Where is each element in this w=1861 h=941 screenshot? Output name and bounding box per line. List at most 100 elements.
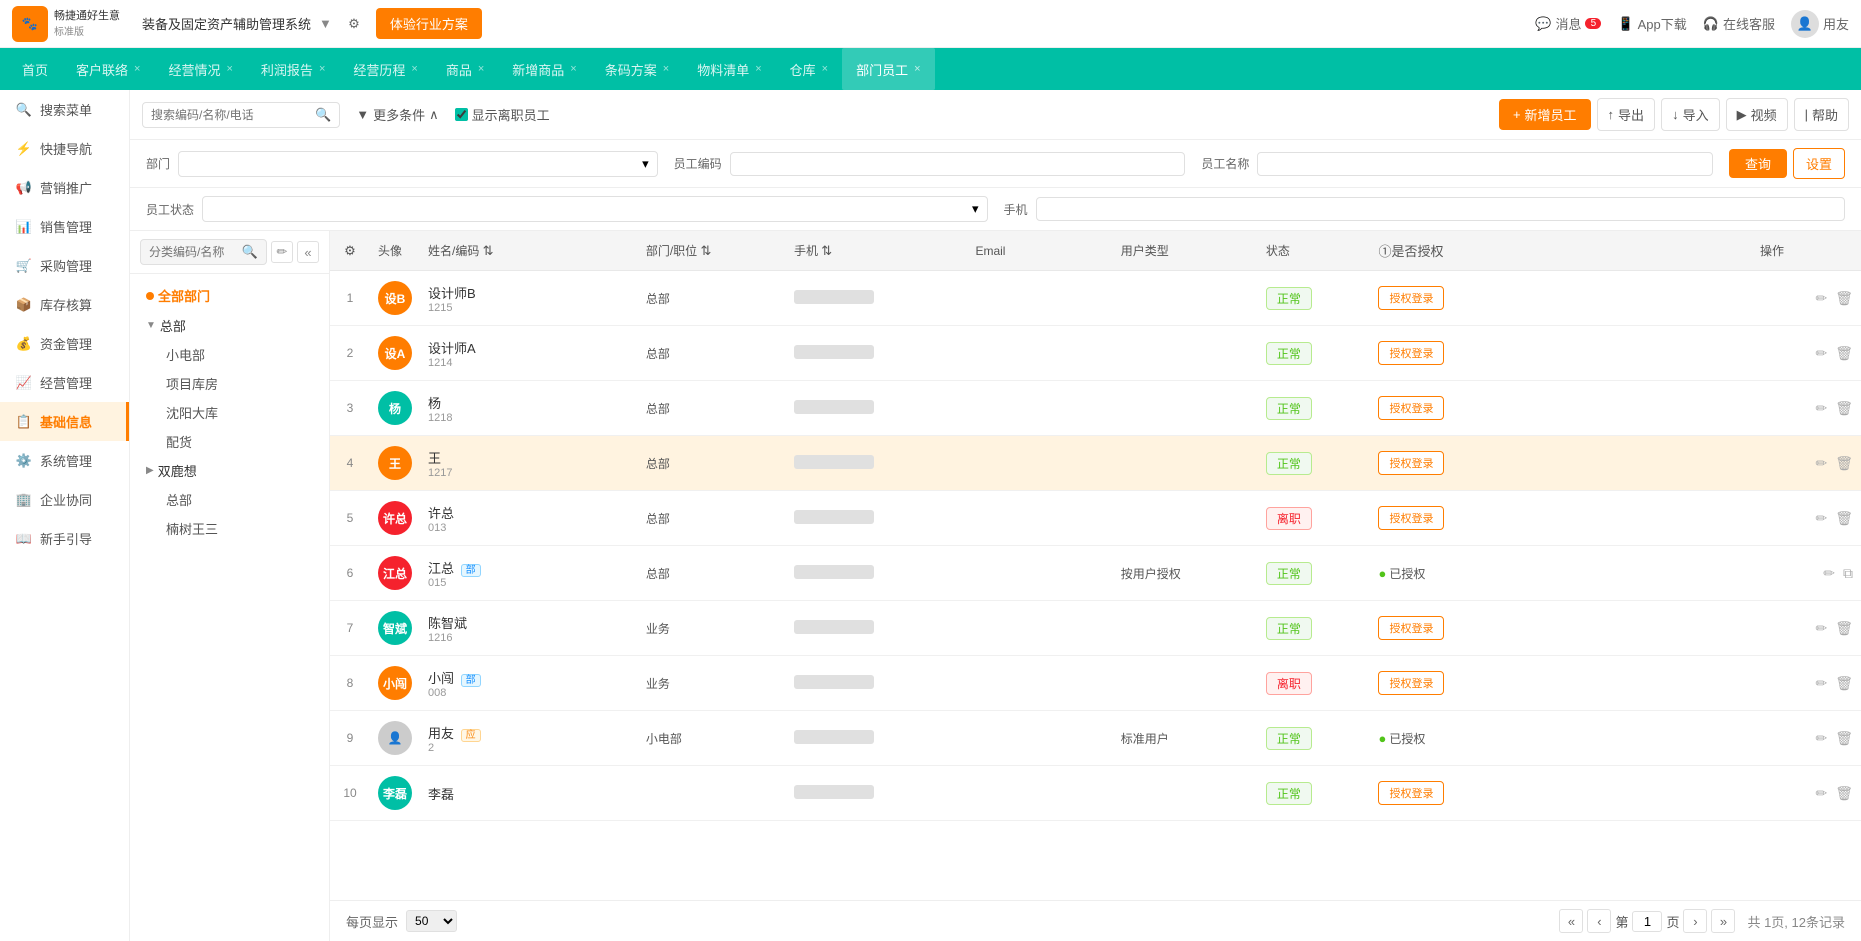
sidebar-item-search[interactable]: 🔍 搜索菜单: [0, 90, 129, 129]
next-page-button[interactable]: ›: [1683, 909, 1707, 933]
tree-node-shuanglu[interactable]: ▶ 双鹿想: [138, 456, 321, 485]
show-resigned-checkbox[interactable]: 显示离职员工: [455, 105, 550, 124]
close-new-goods-tab[interactable]: ×: [570, 63, 576, 75]
first-page-button[interactable]: «: [1559, 909, 1583, 933]
sidebar-item-basic[interactable]: 📋 基础信息: [0, 402, 129, 441]
tree-child-xiaodian[interactable]: 小电部: [138, 340, 321, 369]
tab-goods[interactable]: 商品 ×: [432, 48, 498, 90]
search-submit-icon[interactable]: 🔍: [315, 107, 331, 123]
sidebar-item-quicknav[interactable]: ⚡ 快捷导航: [0, 129, 129, 168]
search-input[interactable]: [151, 108, 311, 122]
help-button[interactable]: | 帮助: [1794, 98, 1849, 131]
app-download-button[interactable]: 📱 App下载: [1617, 14, 1686, 33]
delete-button[interactable]: 🗑: [1835, 620, 1853, 637]
tree-child-zongbu[interactable]: 总部: [138, 485, 321, 514]
close-profit-tab[interactable]: ×: [319, 63, 325, 75]
view-button[interactable]: ▶ 视频: [1726, 98, 1788, 131]
tree-search-icon[interactable]: 🔍: [242, 244, 258, 260]
edit-button[interactable]: ✏: [1815, 290, 1827, 307]
delete-button[interactable]: 🗑: [1835, 345, 1853, 362]
close-operation-tab[interactable]: ×: [226, 63, 232, 75]
tree-child-peiho[interactable]: 配货: [138, 427, 321, 456]
edit-button[interactable]: ✏: [1815, 675, 1827, 692]
edit-button[interactable]: ✏: [1823, 565, 1835, 582]
emp-name-input[interactable]: [1257, 152, 1713, 176]
trial-button[interactable]: 体验行业方案: [376, 8, 482, 39]
dropdown-icon[interactable]: ▼: [319, 16, 332, 31]
sidebar-item-guide[interactable]: 📖 新手引导: [0, 519, 129, 558]
close-history-tab[interactable]: ×: [411, 63, 417, 75]
sidebar-item-system[interactable]: ⚙️ 系统管理: [0, 441, 129, 480]
auth-button[interactable]: 授权登录: [1378, 506, 1444, 530]
tab-employee[interactable]: 部门员工 ×: [842, 48, 934, 90]
tab-warehouse[interactable]: 仓库 ×: [776, 48, 842, 90]
auth-button[interactable]: 授权登录: [1378, 781, 1444, 805]
tree-edit-button[interactable]: ✏: [271, 241, 293, 263]
tab-profit[interactable]: 利润报告 ×: [247, 48, 339, 90]
col-settings-icon[interactable]: ⚙: [344, 243, 356, 258]
close-customer-tab[interactable]: ×: [134, 63, 140, 75]
col-phone-header[interactable]: 手机 ⇅: [786, 231, 968, 271]
page-size-select[interactable]: 50 100 200: [406, 910, 457, 932]
import-button[interactable]: ↓ 导入: [1661, 98, 1720, 131]
edit-button[interactable]: ✏: [1815, 400, 1827, 417]
emp-code-input[interactable]: [730, 152, 1186, 176]
tab-home[interactable]: 首页: [8, 48, 62, 90]
status-select[interactable]: ▾: [202, 196, 987, 222]
sidebar-item-sales[interactable]: 📊 销售管理: [0, 207, 129, 246]
last-page-button[interactable]: »: [1711, 909, 1735, 933]
page-number-input[interactable]: [1632, 911, 1662, 932]
edit-button[interactable]: ✏: [1815, 730, 1827, 747]
query-button[interactable]: 查询: [1729, 149, 1787, 178]
edit-button[interactable]: ✏: [1815, 785, 1827, 802]
tab-customer[interactable]: 客户联络 ×: [62, 48, 154, 90]
online-service-button[interactable]: 🎧 在线客服: [1703, 14, 1775, 33]
tab-new-goods[interactable]: 新增商品 ×: [498, 48, 590, 90]
auth-button[interactable]: 授权登录: [1378, 616, 1444, 640]
delete-button[interactable]: 🗑: [1835, 730, 1853, 747]
add-employee-button[interactable]: + 新增员工: [1499, 99, 1591, 130]
auth-button[interactable]: 授权登录: [1378, 341, 1444, 365]
delete-button[interactable]: 🗑: [1835, 290, 1853, 307]
tree-all-depts[interactable]: 全部部门: [138, 280, 321, 311]
auth-button[interactable]: 授权登录: [1378, 671, 1444, 695]
more-filter-button[interactable]: ▼ 更多条件 ∧: [348, 101, 446, 128]
prev-page-button[interactable]: ‹: [1587, 909, 1611, 933]
tab-operation[interactable]: 经营情况 ×: [154, 48, 246, 90]
sidebar-item-marketing[interactable]: 📢 营销推广: [0, 168, 129, 207]
auth-button[interactable]: 授权登录: [1378, 286, 1444, 310]
phone-input[interactable]: [1036, 197, 1845, 221]
close-barcode-tab[interactable]: ×: [663, 63, 669, 75]
tab-material[interactable]: 物料清单 ×: [683, 48, 775, 90]
delete-button[interactable]: 🗑: [1835, 455, 1853, 472]
edit-button[interactable]: ✏: [1815, 620, 1827, 637]
tree-child-shenyang[interactable]: 沈阳大库: [138, 398, 321, 427]
col-dept-header[interactable]: 部门/职位 ⇅: [638, 231, 786, 271]
user-area[interactable]: 👤 用友: [1791, 10, 1849, 38]
auth-button[interactable]: 授权登录: [1378, 396, 1444, 420]
edit-button[interactable]: ✏: [1815, 510, 1827, 527]
delete-button[interactable]: 🗑: [1835, 510, 1853, 527]
close-goods-tab[interactable]: ×: [478, 63, 484, 75]
edit-button[interactable]: ✏: [1815, 455, 1827, 472]
tab-history[interactable]: 经营历程 ×: [339, 48, 431, 90]
tree-node-corp[interactable]: ▼ 总部: [138, 311, 321, 340]
sidebar-item-corp[interactable]: 🏢 企业协同: [0, 480, 129, 519]
delete-button[interactable]: 🗑: [1835, 785, 1853, 802]
auth-button[interactable]: 授权登录: [1378, 451, 1444, 475]
col-name-header[interactable]: 姓名/编码 ⇅: [420, 231, 638, 271]
tree-child-project[interactable]: 项目库房: [138, 369, 321, 398]
setting-button[interactable]: 设置: [1793, 148, 1845, 179]
tree-search-input[interactable]: [149, 245, 238, 259]
system-settings-icon[interactable]: ⚙: [340, 10, 368, 38]
close-material-tab[interactable]: ×: [755, 63, 761, 75]
sidebar-item-finance[interactable]: 💰 资金管理: [0, 324, 129, 363]
delete-button[interactable]: 🗑: [1835, 400, 1853, 417]
export-button[interactable]: ↑ 导出: [1597, 98, 1656, 131]
tree-child-nanshu[interactable]: 楠树王三: [138, 514, 321, 543]
tab-barcode[interactable]: 条码方案 ×: [591, 48, 683, 90]
sidebar-item-inventory[interactable]: 📦 库存核算: [0, 285, 129, 324]
copy-button[interactable]: ⧉: [1843, 565, 1853, 582]
tree-collapse-button[interactable]: «: [297, 241, 319, 263]
delete-button[interactable]: 🗑: [1835, 675, 1853, 692]
